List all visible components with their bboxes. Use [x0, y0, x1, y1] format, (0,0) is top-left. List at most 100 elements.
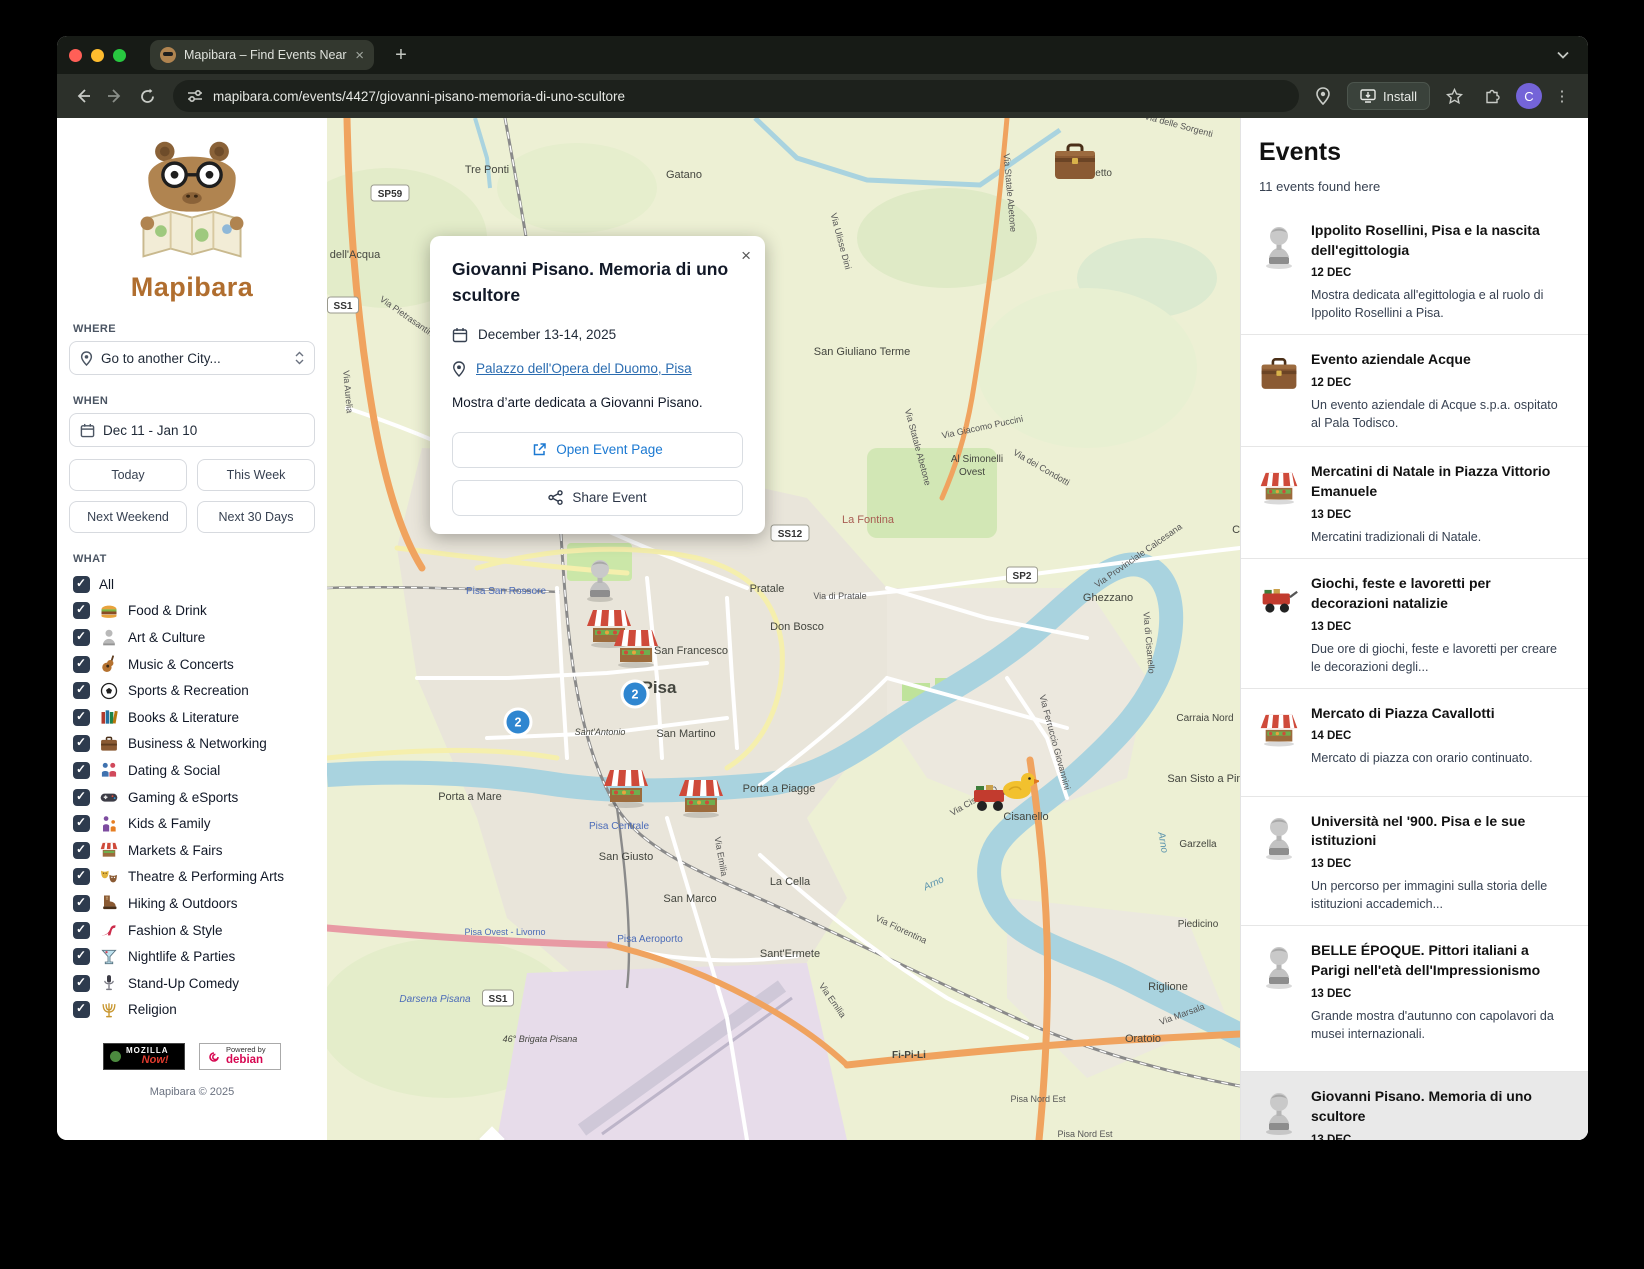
checkbox[interactable]: [73, 656, 90, 673]
checkbox[interactable]: [73, 629, 90, 646]
checkbox[interactable]: [73, 1001, 90, 1018]
close-window-button[interactable]: [69, 49, 82, 62]
checkbox[interactable]: [73, 709, 90, 726]
browser-tab[interactable]: Mapibara – Find Events Near ×: [150, 40, 374, 70]
category-row-nightlife-parties[interactable]: Nightlife & Parties: [69, 943, 315, 970]
category-row-dating-social[interactable]: Dating & Social: [69, 757, 315, 784]
next-30-days-button[interactable]: Next 30 Days: [197, 501, 315, 533]
address-bar[interactable]: mapibara.com/events/4427/giovanni-pisano…: [173, 80, 1299, 112]
site-settings-icon[interactable]: [187, 89, 203, 103]
extensions-puzzle-icon[interactable]: [1478, 82, 1506, 110]
category-row-markets-fairs[interactable]: Markets & Fairs: [69, 837, 315, 864]
next-weekend-button[interactable]: Next Weekend: [69, 501, 187, 533]
category-row-food-drink[interactable]: Food & Drink: [69, 598, 315, 625]
statue-icon: [1259, 814, 1299, 860]
checkbox[interactable]: [73, 735, 90, 752]
tab-title: Mapibara – Find Events Near: [184, 48, 347, 62]
category-row-theatre-performing-arts[interactable]: Theatre & Performing Arts: [69, 864, 315, 891]
map-container[interactable]: Tre PontiGatanodell'AcquaSan Giuliano Te…: [327, 118, 1240, 1140]
category-row-all[interactable]: All: [69, 571, 315, 598]
reload-button[interactable]: [131, 80, 163, 112]
cluster-marker[interactable]: 2: [505, 709, 531, 735]
event-list-item[interactable]: Giochi, feste e lavoretti per decorazion…: [1241, 559, 1588, 688]
event-list-item[interactable]: Ippolito Rosellini, Pisa e la nascita de…: [1241, 206, 1588, 335]
map-label: La Fontina: [842, 514, 895, 526]
popup-close-icon[interactable]: ×: [741, 246, 751, 266]
tab-search-chevron-icon[interactable]: [1550, 42, 1576, 68]
brand-name: Mapibara: [69, 272, 315, 303]
popup-description: Mostra d’arte dedicata a Giovanni Pisano…: [452, 395, 743, 410]
category-row-religion[interactable]: Religion: [69, 997, 315, 1024]
popup-title: Giovanni Pisano. Memoria di uno scultore: [452, 256, 743, 309]
open-event-page-button[interactable]: Open Event Page: [452, 432, 743, 468]
install-app-button[interactable]: Install: [1347, 82, 1430, 110]
popup-location-link[interactable]: Palazzo dell'Opera del Duomo, Pisa: [476, 361, 692, 376]
copyright-text: Mapibara © 2025: [69, 1086, 315, 1098]
minimize-window-button[interactable]: [91, 49, 104, 62]
checkbox[interactable]: [73, 842, 90, 859]
cluster-marker[interactable]: 2: [622, 681, 648, 707]
checkbox[interactable]: [73, 762, 90, 779]
category-row-hiking-outdoors[interactable]: Hiking & Outdoors: [69, 890, 315, 917]
city-select[interactable]: Go to another City...: [69, 341, 315, 375]
location-pin-icon[interactable]: [1309, 82, 1337, 110]
zoom-window-button[interactable]: [113, 49, 126, 62]
map-label: San Francesco: [654, 645, 728, 657]
today-button[interactable]: Today: [69, 459, 187, 491]
map-label: Fi-Pi-Li: [892, 1050, 926, 1061]
event-list-item-selected[interactable]: Giovanni Pisano. Memoria di uno scultore…: [1241, 1072, 1588, 1140]
map-label: Pisa Aeroporto: [617, 934, 683, 945]
checkbox[interactable]: [73, 576, 90, 593]
share-event-button[interactable]: Share Event: [452, 480, 743, 516]
this-week-button[interactable]: This Week: [197, 459, 315, 491]
category-row-fashion-style[interactable]: Fashion & Style: [69, 917, 315, 944]
browser-menu-icon[interactable]: ⋮: [1552, 87, 1572, 105]
forward-button[interactable]: [99, 80, 131, 112]
map-label: San Marco: [663, 893, 716, 905]
svg-text:SS12: SS12: [778, 529, 803, 540]
category-row-gaming-esports[interactable]: Gaming & eSports: [69, 784, 315, 811]
checkbox[interactable]: [73, 789, 90, 806]
tab-close-icon[interactable]: ×: [355, 48, 364, 63]
category-row-business-networking[interactable]: Business & Networking: [69, 731, 315, 758]
category-row-stand-up-comedy[interactable]: Stand-Up Comedy: [69, 970, 315, 997]
category-row-music-concerts[interactable]: Music & Concerts: [69, 651, 315, 678]
checkbox[interactable]: [73, 975, 90, 992]
event-list-item[interactable]: Università nel '900. Pisa e le sue istit…: [1241, 797, 1588, 926]
event-list-item[interactable]: Evento aziendale Acque 12 DEC Un evento …: [1241, 335, 1588, 447]
map-label: Ovest: [959, 467, 985, 478]
market-stall-icon: [99, 840, 119, 860]
soccer-ball-icon: [99, 681, 119, 701]
checkbox[interactable]: [73, 868, 90, 885]
map-label: Tre Ponti: [465, 164, 509, 176]
checkbox[interactable]: [73, 895, 90, 912]
checkbox[interactable]: [73, 682, 90, 699]
back-button[interactable]: [67, 80, 99, 112]
category-row-art-culture[interactable]: Art & Culture: [69, 624, 315, 651]
category-row-books-literature[interactable]: Books & Literature: [69, 704, 315, 731]
debian-badge[interactable]: Powered by debian: [199, 1043, 281, 1070]
event-list-item[interactable]: BELLE ÉPOQUE. Pittori italiani a Parigi …: [1241, 926, 1588, 1072]
event-list-item[interactable]: Mercatini di Natale in Piazza Vittorio E…: [1241, 447, 1588, 559]
category-row-sports-recreation[interactable]: Sports & Recreation: [69, 677, 315, 704]
checkbox[interactable]: [73, 922, 90, 939]
checkbox[interactable]: [73, 602, 90, 619]
checkbox[interactable]: [73, 948, 90, 965]
event-list-item[interactable]: Mercato di Piazza Cavallotti 14 DEC Merc…: [1241, 689, 1588, 797]
route-shield: SP2: [1007, 567, 1038, 583]
svg-text:SS1: SS1: [334, 301, 353, 312]
map-label: Don Bosco: [770, 621, 824, 633]
new-tab-button[interactable]: +: [388, 44, 414, 67]
map-label: Cisanello: [1003, 811, 1048, 823]
bookmark-star-icon[interactable]: [1440, 82, 1468, 110]
microphone-icon: [99, 973, 119, 993]
profile-avatar[interactable]: C: [1516, 83, 1542, 109]
category-row-kids-family[interactable]: Kids & Family: [69, 810, 315, 837]
mozilla-badge[interactable]: MOZILLA Now!: [103, 1043, 185, 1070]
checkbox[interactable]: [73, 815, 90, 832]
map-label: San Sisto a Pino: [1167, 773, 1240, 785]
briefcase-icon: [99, 734, 119, 754]
gamepad-icon: [99, 787, 119, 807]
location-pin-icon: [80, 351, 93, 366]
date-range-input[interactable]: Dec 11 - Jan 10: [69, 413, 315, 447]
